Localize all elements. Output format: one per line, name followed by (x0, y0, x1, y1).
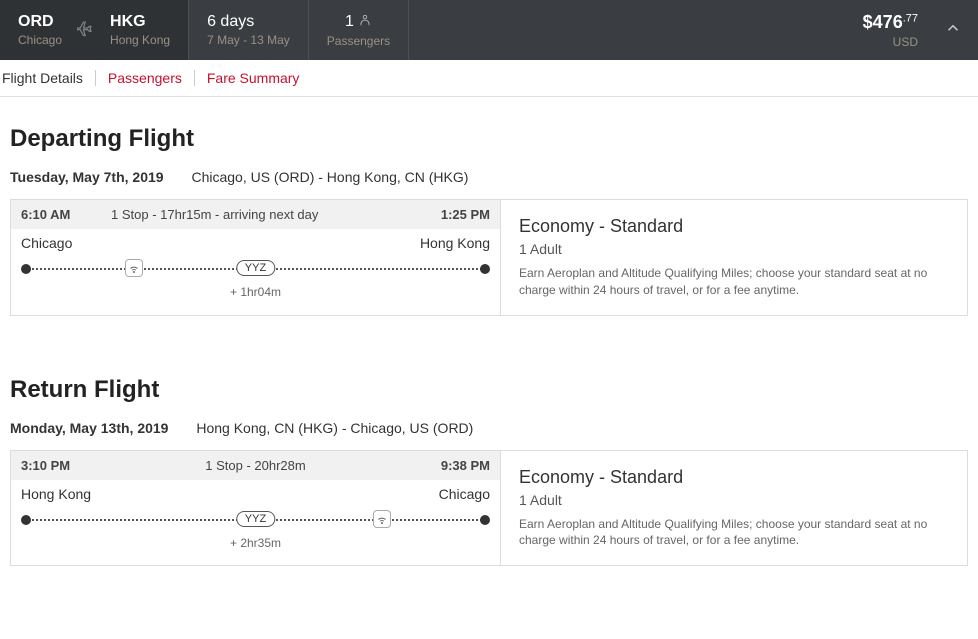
price-whole: $476 (863, 12, 903, 32)
tabs-row: Flight Details Passengers Fare Summary (0, 60, 978, 97)
wifi-icon (373, 510, 391, 528)
return-title: Return Flight (10, 376, 968, 404)
fare-desc: Earn Aeroplan and Altitude Qualifying Mi… (519, 516, 949, 550)
chevron-up-icon (944, 19, 962, 42)
timeline-end-dot (480, 264, 490, 274)
arr-city: Hong Kong (420, 235, 490, 251)
return-route: Hong Kong, CN (HKG) - Chicago, US (ORD) (196, 420, 473, 436)
timeline-end-dot (480, 515, 490, 525)
layover-time: + 2hr35m (11, 532, 500, 562)
timeline-start-dot (21, 515, 31, 525)
tab-passengers[interactable]: Passengers (96, 70, 195, 86)
arr-city: Chicago (439, 486, 490, 502)
dep-city: Hong Kong (21, 486, 91, 502)
departing-title: Departing Flight (10, 125, 968, 153)
duration-days: 6 days (207, 13, 290, 31)
arr-time: 9:38 PM (400, 458, 490, 473)
dest-code: HKG (110, 13, 170, 31)
price-cents: .77 (903, 12, 918, 24)
summary-header: ORD Chicago HKG Hong Kong 6 days 7 May -… (0, 0, 978, 60)
stops-info: 1 Stop - 20hr28m (111, 458, 400, 473)
fare-pax: 1 Adult (519, 241, 949, 257)
departing-date: Tuesday, May 7th, 2019 (10, 169, 164, 185)
dep-city: Chicago (21, 235, 72, 251)
flight-timeline: YYZ (21, 512, 490, 528)
pax-label: Passengers (327, 34, 390, 48)
collapse-toggle[interactable] (928, 0, 978, 60)
fare-class: Economy - Standard (519, 216, 949, 237)
origin-code: ORD (18, 13, 62, 31)
currency: USD (863, 35, 918, 49)
layover-time: + 1hr04m (11, 281, 500, 311)
duration-block: 6 days 7 May - 13 May (189, 0, 309, 60)
stop-badge: YYZ (236, 511, 275, 527)
departing-route: Chicago, US (ORD) - Hong Kong, CN (HKG) (191, 169, 468, 185)
tab-fare-summary[interactable]: Fare Summary (195, 70, 312, 86)
stops-info: 1 Stop - 17hr15m - arriving next day (111, 207, 400, 222)
person-icon (358, 13, 372, 32)
plane-icon (76, 18, 96, 43)
pax-count: 1 (345, 13, 354, 31)
date-range: 7 May - 13 May (207, 33, 290, 47)
departing-subhead: Tuesday, May 7th, 2019 Chicago, US (ORD)… (10, 169, 968, 185)
origin-city: Chicago (18, 33, 62, 47)
dep-time: 3:10 PM (21, 458, 111, 473)
fare-desc: Earn Aeroplan and Altitude Qualifying Mi… (519, 265, 949, 299)
price-block: $476.77 USD (845, 0, 928, 60)
tab-flight-details[interactable]: Flight Details (0, 70, 96, 86)
dest-city: Hong Kong (110, 33, 170, 47)
return-subhead: Monday, May 13th, 2019 Hong Kong, CN (HK… (10, 420, 968, 436)
flight-timeline: YYZ (21, 261, 490, 277)
return-date: Monday, May 13th, 2019 (10, 420, 168, 436)
route-block: ORD Chicago HKG Hong Kong (0, 0, 189, 60)
stop-badge: YYZ (236, 260, 275, 276)
wifi-icon (125, 259, 143, 277)
arr-time: 1:25 PM (400, 207, 490, 222)
departing-card: 6:10 AM 1 Stop - 17hr15m - arriving next… (10, 199, 968, 316)
timeline-start-dot (21, 264, 31, 274)
return-card: 3:10 PM 1 Stop - 20hr28m 9:38 PM Hong Ko… (10, 450, 968, 567)
fare-pax: 1 Adult (519, 492, 949, 508)
dep-time: 6:10 AM (21, 207, 111, 222)
passengers-block: 1 Passengers (309, 0, 409, 60)
fare-class: Economy - Standard (519, 467, 949, 488)
